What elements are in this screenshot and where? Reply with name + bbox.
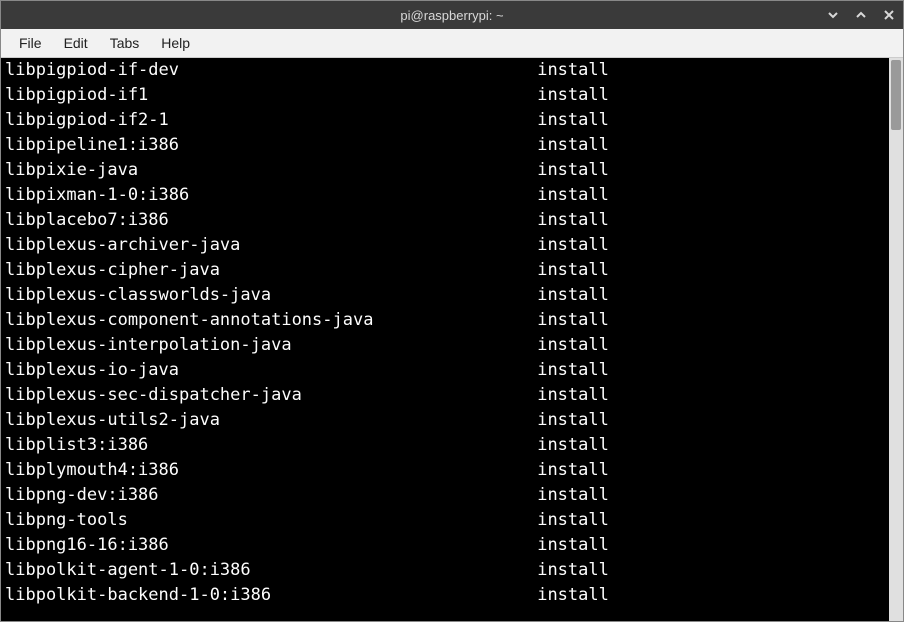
terminal-line: libplymouth4:i386 install <box>5 458 885 483</box>
terminal-line: libplexus-archiver-java install <box>5 233 885 258</box>
terminal-window: pi@raspberrypi: ~ FileEditTabsHelp libp <box>0 0 904 622</box>
terminal-line: libplexus-io-java install <box>5 358 885 383</box>
minimize-button[interactable] <box>825 7 841 23</box>
terminal-line: libpng16-16:i386 install <box>5 533 885 558</box>
close-icon <box>883 9 895 21</box>
terminal-line: libplacebo7:i386 install <box>5 208 885 233</box>
terminal-line: libplexus-component-annotations-java ins… <box>5 308 885 333</box>
terminal-line: libplist3:i386 install <box>5 433 885 458</box>
terminal-output[interactable]: libpigpiod-if-dev installlibpigpiod-if1 … <box>1 58 889 621</box>
terminal-line: libpigpiod-if-dev install <box>5 58 885 83</box>
terminal-line: libpng-dev:i386 install <box>5 483 885 508</box>
menu-help[interactable]: Help <box>151 32 200 54</box>
terminal-line: libpigpiod-if1 install <box>5 83 885 108</box>
maximize-button[interactable] <box>853 7 869 23</box>
terminal-line: libpolkit-backend-1-0:i386 install <box>5 583 885 608</box>
terminal-line: libpolkit-agent-1-0:i386 install <box>5 558 885 583</box>
terminal-area: libpigpiod-if-dev installlibpigpiod-if1 … <box>1 58 903 621</box>
chevron-up-icon <box>855 9 867 21</box>
window-controls <box>825 1 897 29</box>
window-title: pi@raspberrypi: ~ <box>400 8 503 23</box>
menu-edit[interactable]: Edit <box>54 32 98 54</box>
menu-tabs[interactable]: Tabs <box>100 32 150 54</box>
terminal-line: libpigpiod-if2-1 install <box>5 108 885 133</box>
menubar: FileEditTabsHelp <box>1 29 903 58</box>
terminal-line: libpipeline1:i386 install <box>5 133 885 158</box>
terminal-line: libplexus-sec-dispatcher-java install <box>5 383 885 408</box>
scrollbar[interactable] <box>889 58 903 621</box>
terminal-line: libpng-tools install <box>5 508 885 533</box>
terminal-line: libplexus-cipher-java install <box>5 258 885 283</box>
scrollbar-thumb[interactable] <box>891 60 901 130</box>
chevron-down-icon <box>827 9 839 21</box>
close-button[interactable] <box>881 7 897 23</box>
terminal-line: libplexus-classworlds-java install <box>5 283 885 308</box>
terminal-line: libpixie-java install <box>5 158 885 183</box>
titlebar[interactable]: pi@raspberrypi: ~ <box>1 1 903 29</box>
terminal-line: libpixman-1-0:i386 install <box>5 183 885 208</box>
terminal-line: libplexus-interpolation-java install <box>5 333 885 358</box>
terminal-line: libplexus-utils2-java install <box>5 408 885 433</box>
menu-file[interactable]: File <box>9 32 52 54</box>
